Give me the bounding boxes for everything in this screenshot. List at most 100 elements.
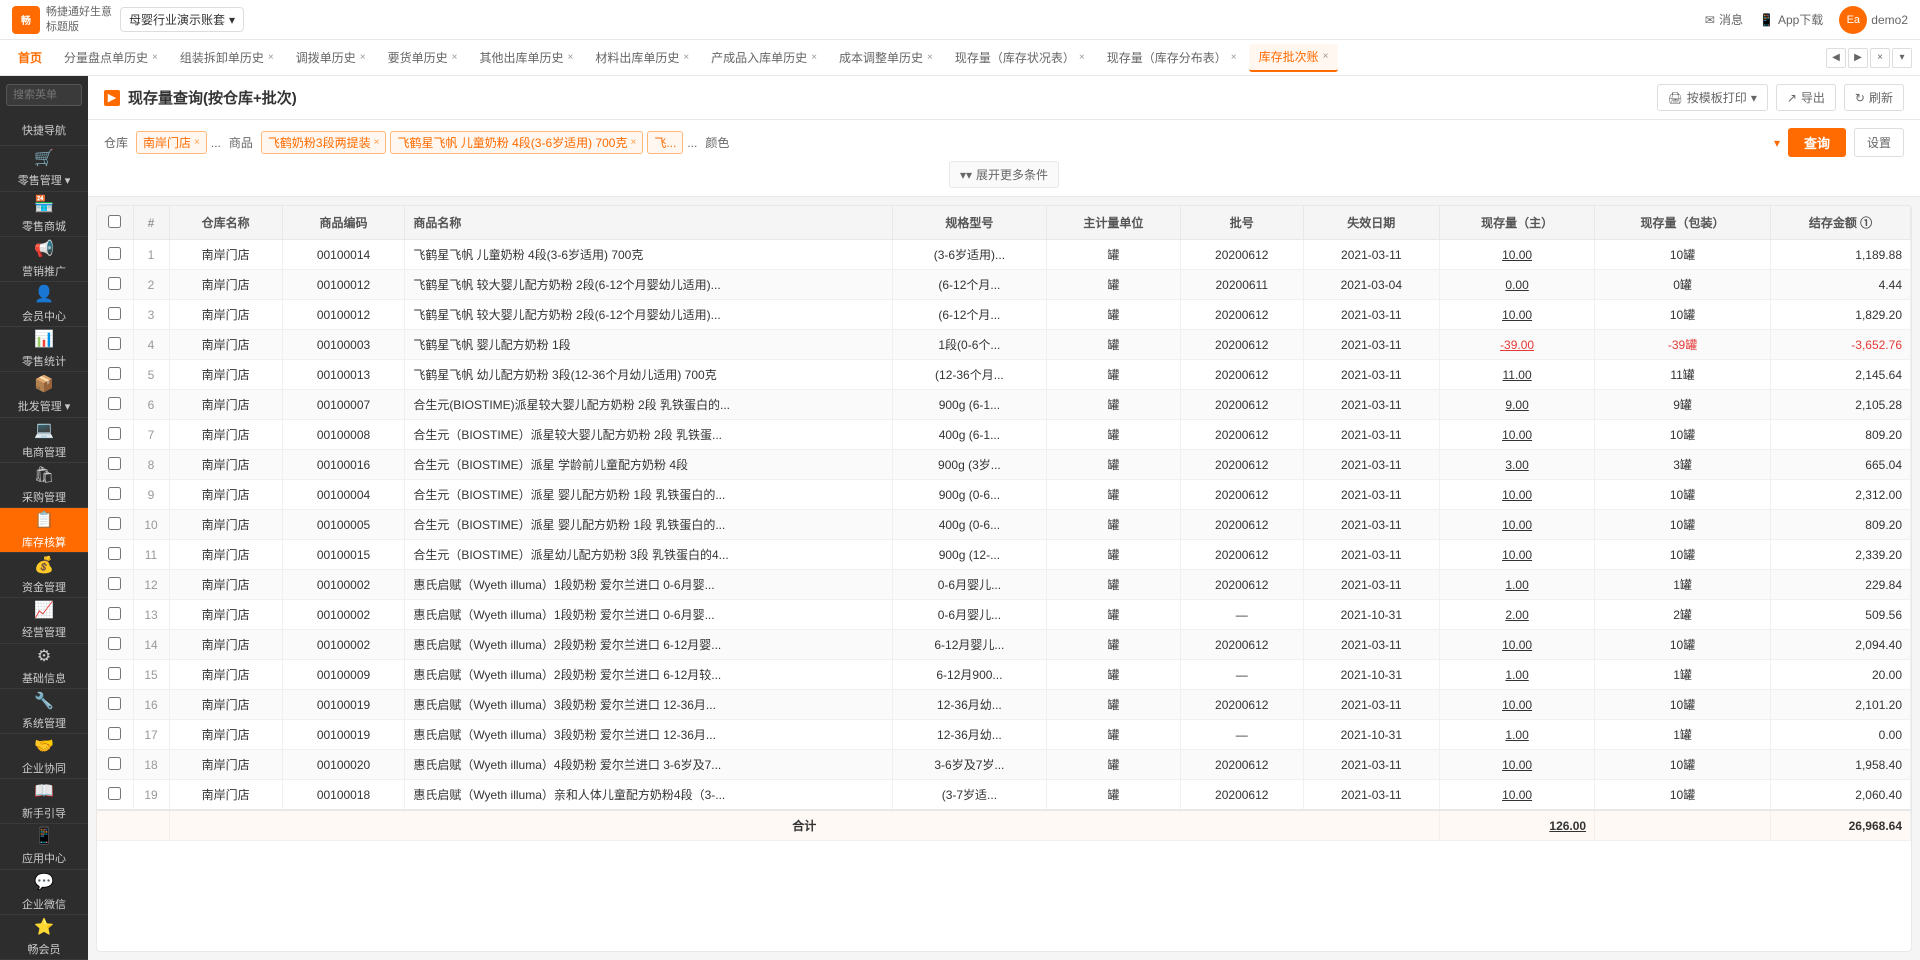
tab-zu-chai[interactable]: 组装拆卸单历史 × [170,44,284,72]
row-qty-main[interactable]: 10.00 [1440,510,1595,540]
tab-qi-ta[interactable]: 其他出库单历史 × [469,44,583,72]
row-qty-main[interactable]: 10.00 [1440,630,1595,660]
row-qty-main[interactable]: -39.00 [1440,330,1595,360]
app-download-btn[interactable]: 📱 App下载 [1759,11,1823,28]
row-checkbox[interactable] [108,697,121,710]
row-qty-main[interactable]: 0.00 [1440,270,1595,300]
sidebar-item-app-center[interactable]: 📱 应用中心 [0,824,88,869]
close-icon[interactable]: × [567,52,573,63]
sidebar-item-ecommerce[interactable]: 💻 电商管理 [0,418,88,463]
sidebar-quick-nav[interactable]: 快捷导航 [0,114,88,146]
close-icon[interactable]: × [360,52,366,63]
row-checkbox[interactable] [108,397,121,410]
nav-left-btn[interactable]: ◀ [1826,48,1846,68]
export-btn[interactable]: ↗ 导出 [1776,84,1836,111]
row-qty-main[interactable]: 1.00 [1440,660,1595,690]
refresh-btn[interactable]: ↻ 刷新 [1844,84,1904,111]
sidebar-item-inventory[interactable]: 📋 库存核算 [0,508,88,553]
tab-cheng-ben[interactable]: 成本调整单历史 × [829,44,943,72]
tab-diao-bo[interactable]: 调拨单历史 × [286,44,376,72]
row-checkbox[interactable] [108,367,121,380]
row-qty-main[interactable]: 1.00 [1440,720,1595,750]
sidebar-item-batch[interactable]: 📦 批发管理 ▾ [0,372,88,417]
row-qty-main[interactable]: 10.00 [1440,690,1595,720]
nav-menu-btn[interactable]: ▾ [1892,48,1912,68]
tab-chan-pin[interactable]: 产成品入库单历史 × [701,44,827,72]
query-button[interactable]: 查询 [1788,128,1846,157]
tab-home[interactable]: 首页 [8,44,52,72]
tab-xian-cun-kz[interactable]: 现存量（库存状况表）× [945,44,1095,72]
footer-qty-total[interactable]: 126.00 [1440,810,1595,841]
row-qty-main[interactable]: 9.00 [1440,390,1595,420]
sidebar-item-purchase[interactable]: 🛍 采购管理 [0,463,88,508]
select-all-checkbox[interactable] [108,215,121,228]
close-icon[interactable]: × [1079,52,1085,63]
row-qty-main[interactable]: 10.00 [1440,300,1595,330]
row-checkbox[interactable] [108,547,121,560]
tab-yao-huo[interactable]: 要货单历史 × [378,44,468,72]
row-checkbox[interactable] [108,787,121,800]
sidebar-item-finance[interactable]: 💰 资金管理 [0,553,88,598]
row-checkbox[interactable] [108,577,121,590]
nav-close-all-btn[interactable]: × [1870,48,1890,68]
expand-filter-btn[interactable]: ▶ [104,90,120,106]
sidebar-item-business[interactable]: 📈 经营管理 [0,598,88,643]
tab-ku-pi[interactable]: 库存批次账 × [1249,44,1339,72]
row-checkbox[interactable] [108,487,121,500]
warehouse-tag-nanan[interactable]: 南岸门店 × [136,131,207,154]
sidebar-item-zero-stat[interactable]: 📊 零售统计 [0,327,88,372]
row-checkbox[interactable] [108,757,121,770]
row-qty-main[interactable]: 10.00 [1440,240,1595,270]
sidebar-item-wecom[interactable]: 💬 企业微信 [0,870,88,915]
sidebar-item-basic[interactable]: ⚙ 基础信息 [0,644,88,689]
close-icon[interactable]: × [683,52,689,63]
close-icon[interactable]: × [152,52,158,63]
row-qty-main[interactable]: 1.00 [1440,570,1595,600]
row-checkbox[interactable] [108,277,121,290]
close-icon[interactable]: × [811,52,817,63]
row-qty-main[interactable]: 10.00 [1440,540,1595,570]
close-icon[interactable]: × [452,52,458,63]
sidebar-item-member[interactable]: 👤 会员中心 [0,282,88,327]
close-icon[interactable]: × [927,52,933,63]
row-qty-main[interactable]: 10.00 [1440,420,1595,450]
close-icon[interactable]: × [1323,51,1329,62]
tag-close-icon[interactable]: × [630,137,636,148]
close-icon[interactable]: × [268,52,274,63]
sidebar-item-vip[interactable]: ⭐ 畅会员 [0,915,88,960]
row-checkbox[interactable] [108,607,121,620]
product-tag-2[interactable]: 飞鹤星飞帆 儿童奶粉 4段(3-6岁适用) 700克 × [390,131,643,154]
expand-more-conditions-btn[interactable]: ▾▾ 展开更多条件 [949,161,1059,188]
row-checkbox[interactable] [108,247,121,260]
sidebar-item-zero-shop[interactable]: 🏪 零售商城 [0,192,88,237]
sidebar-item-guide[interactable]: 📖 新手引导 [0,779,88,824]
row-qty-main[interactable]: 11.00 [1440,360,1595,390]
sidebar-item-system[interactable]: 🔧 系统管理 [0,689,88,734]
row-checkbox[interactable] [108,517,121,530]
row-qty-main[interactable]: 3.00 [1440,450,1595,480]
row-checkbox[interactable] [108,307,121,320]
nav-right-btn[interactable]: ▶ [1848,48,1868,68]
row-checkbox[interactable] [108,427,121,440]
message-btn[interactable]: ✉ 消息 [1705,11,1743,28]
row-qty-main[interactable]: 10.00 [1440,780,1595,811]
sidebar-item-corp[interactable]: 🤝 企业协同 [0,734,88,779]
row-checkbox[interactable] [108,667,121,680]
org-selector[interactable]: 母婴行业演示账套 ▾ [120,7,244,32]
tag-close-icon[interactable]: × [374,137,380,148]
product-tag-1[interactable]: 飞鹤奶粉3段两提装 × [261,131,387,154]
row-qty-main[interactable]: 10.00 [1440,480,1595,510]
row-qty-main[interactable]: 10.00 [1440,750,1595,780]
tab-cai-liao[interactable]: 材料出库单历史 × [585,44,699,72]
tag-close-icon[interactable]: × [194,137,200,148]
row-checkbox[interactable] [108,457,121,470]
row-qty-main[interactable]: 2.00 [1440,600,1595,630]
row-checkbox[interactable] [108,727,121,740]
setting-button[interactable]: 设置 [1854,128,1904,157]
sidebar-item-marketing[interactable]: 📢 营销推广 [0,237,88,282]
product-tag-more[interactable]: 飞... [647,131,683,154]
row-checkbox[interactable] [108,337,121,350]
sidebar-item-zero-retail[interactable]: 🛒 零售管理 ▾ [0,146,88,191]
tab-fen-pan[interactable]: 分量盘点单历史 × [54,44,168,72]
tab-xian-cun-fb[interactable]: 现存量（库存分布表）× [1097,44,1247,72]
